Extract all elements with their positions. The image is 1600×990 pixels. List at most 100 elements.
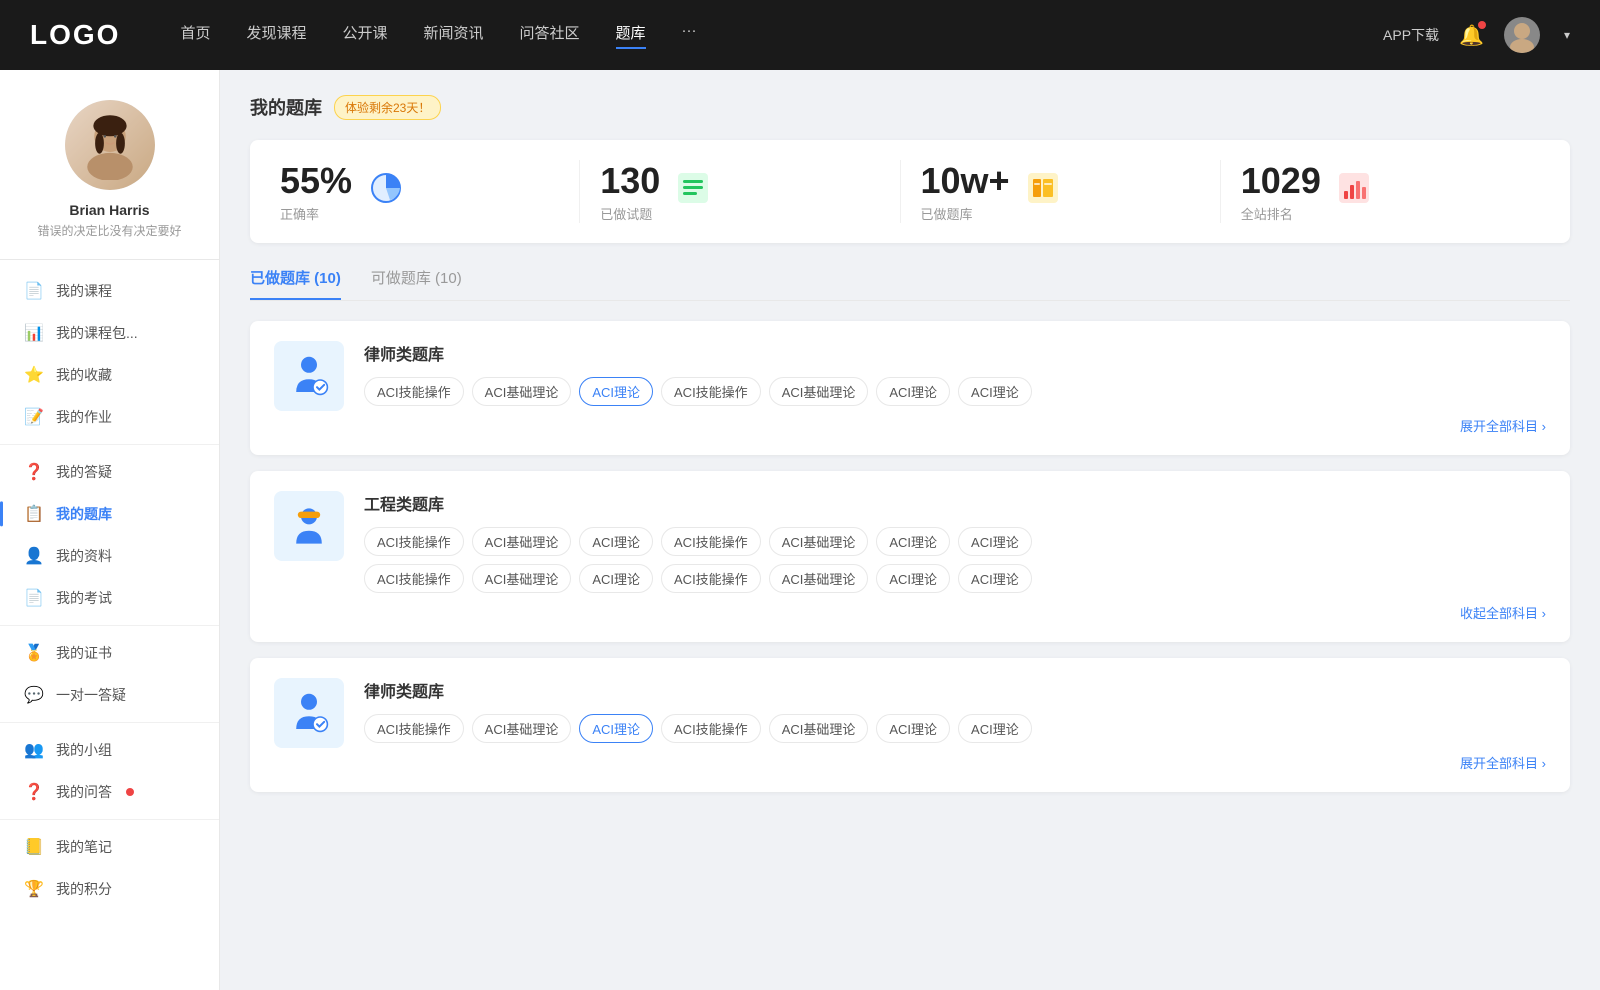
stat-item-已做题库: 10w+ 已做题库	[901, 160, 1221, 223]
qbank-tag[interactable]: ACI技能操作	[661, 377, 761, 406]
qbank-card-header: 律师类题库ACI技能操作ACI基础理论ACI理论ACI技能操作ACI基础理论AC…	[274, 678, 1546, 772]
qbank-tag[interactable]: ACI基础理论	[472, 564, 572, 593]
qbank-tag[interactable]: ACI理论	[958, 714, 1032, 743]
sidebar-item-我的课程[interactable]: 📄我的课程	[0, 270, 219, 312]
lawyer-icon	[285, 352, 333, 400]
nav-link[interactable]: 首页	[180, 22, 210, 49]
sidebar-item-我的问答[interactable]: ❓我的问答	[0, 771, 219, 813]
qbank-tag[interactable]: ACI技能操作	[661, 564, 761, 593]
qbank-tag[interactable]: ACI理论	[579, 527, 653, 556]
chart-icon	[1337, 171, 1371, 205]
qbank-tag[interactable]: ACI理论	[876, 377, 950, 406]
qbank-tag[interactable]: ACI技能操作	[364, 377, 464, 406]
sidebar-icon: 👥	[24, 740, 44, 760]
qbank-tag[interactable]: ACI理论	[579, 714, 653, 743]
qbank-tag[interactable]: ACI基础理论	[769, 377, 869, 406]
qbank-card: 律师类题库ACI技能操作ACI基础理论ACI理论ACI技能操作ACI基础理论AC…	[250, 321, 1570, 455]
sidebar-item-我的收藏[interactable]: ⭐我的收藏	[0, 354, 219, 396]
lawyer-icon	[285, 689, 333, 737]
qbank-tag[interactable]: ACI理论	[958, 377, 1032, 406]
nav-link[interactable]: ···	[682, 22, 697, 49]
qbank-tag[interactable]: ACI理论	[958, 564, 1032, 593]
sidebar-item-label: 我的小组	[56, 740, 112, 760]
nav-link[interactable]: 新闻资讯	[424, 22, 484, 49]
qbank-collapse-button[interactable]: 收起全部科目 ›	[364, 603, 1546, 622]
qbank-card: 工程类题库ACI技能操作ACI基础理论ACI理论ACI技能操作ACI基础理论AC…	[250, 471, 1570, 642]
sidebar-icon: 📒	[24, 837, 44, 857]
sidebar-item-我的考试[interactable]: 📄我的考试	[0, 577, 219, 619]
qbank-tag[interactable]: ACI基础理论	[769, 714, 869, 743]
qbank-tag[interactable]: ACI理论	[876, 564, 950, 593]
qbank-tag[interactable]: ACI理论	[958, 527, 1032, 556]
sidebar-item-label: 我的题库	[56, 504, 112, 524]
qbank-tag[interactable]: ACI技能操作	[364, 527, 464, 556]
nav-bell[interactable]: 🔔	[1459, 23, 1484, 48]
nav-avatar[interactable]	[1504, 17, 1540, 53]
sidebar-item-label: 我的作业	[56, 407, 112, 427]
trial-badge: 体验剩余23天！	[334, 95, 441, 120]
sidebar-item-label: 我的积分	[56, 879, 112, 899]
sidebar-item-我的笔记[interactable]: 📒 我的笔记	[0, 826, 219, 868]
stat-icon	[1026, 171, 1060, 212]
stat-label: 已做试题	[600, 204, 660, 223]
sidebar-menu: 📄我的课程📊我的课程包...⭐我的收藏📝我的作业❓我的答疑📋我的题库👤我的资料📄…	[0, 260, 219, 920]
notification-dot	[126, 788, 134, 796]
sidebar-item-label: 我的证书	[56, 643, 112, 663]
nav-link[interactable]: 题库	[616, 22, 646, 49]
sidebar-icon: ❓	[24, 782, 44, 802]
stat-label: 全站排名	[1241, 204, 1321, 223]
qbank-tag[interactable]: ACI技能操作	[661, 527, 761, 556]
sidebar-item-我的资料[interactable]: 👤我的资料	[0, 535, 219, 577]
page-wrapper: Brian Harris 错误的决定比没有决定要好 📄我的课程📊我的课程包...…	[0, 0, 1600, 990]
qbank-icon-wrap	[274, 678, 344, 748]
tab-item[interactable]: 已做题库 (10)	[250, 267, 341, 300]
sidebar-item-label: 我的笔记	[56, 837, 112, 857]
nav-link[interactable]: 发现课程	[246, 22, 306, 49]
nav-link[interactable]: 公开课	[342, 22, 387, 49]
qbank-tag[interactable]: ACI理论	[876, 714, 950, 743]
qbank-card-body: 工程类题库ACI技能操作ACI基础理论ACI理论ACI技能操作ACI基础理论AC…	[364, 491, 1546, 622]
sidebar-item-我的积分[interactable]: 🏆我的积分	[0, 868, 219, 910]
sidebar-motto: 错误的决定比没有决定要好	[20, 222, 199, 239]
main-content: 我的题库 体验剩余23天！ 55% 正确率 130 已做试题	[220, 70, 1600, 990]
qbank-tag[interactable]: ACI理论	[876, 527, 950, 556]
sidebar-user-name: Brian Harris	[20, 202, 199, 218]
page-header: 我的题库 体验剩余23天！	[250, 94, 1570, 120]
qbank-tag[interactable]: ACI基础理论	[472, 527, 572, 556]
sidebar-item-label: 我的课程	[56, 281, 112, 301]
bell-dot	[1478, 21, 1486, 29]
stat-number: 10w+	[921, 160, 1010, 202]
qbank-tag[interactable]: ACI基础理论	[472, 377, 572, 406]
qbank-card: 律师类题库ACI技能操作ACI基础理论ACI理论ACI技能操作ACI基础理论AC…	[250, 658, 1570, 792]
qbank-tag[interactable]: ACI基础理论	[769, 527, 869, 556]
qbank-tag[interactable]: ACI基础理论	[472, 714, 572, 743]
qbank-tag[interactable]: ACI技能操作	[364, 714, 464, 743]
engineer-icon	[285, 502, 333, 550]
sidebar-item-我的作业[interactable]: 📝我的作业	[0, 396, 219, 438]
sidebar-item-我的答疑[interactable]: ❓我的答疑	[0, 451, 219, 493]
stat-icon	[368, 170, 404, 213]
sidebar-icon: 📄	[24, 588, 44, 608]
qbank-tag[interactable]: ACI技能操作	[661, 714, 761, 743]
stats-bar: 55% 正确率 130 已做试题 10w+ 已做题库	[250, 140, 1570, 243]
qbank-tag[interactable]: ACI基础理论	[769, 564, 869, 593]
nav-dropdown-icon[interactable]: ▾	[1564, 28, 1570, 42]
qbank-tag[interactable]: ACI理论	[579, 564, 653, 593]
sidebar-item-我的小组[interactable]: 👥 我的小组	[0, 729, 219, 771]
app-download-link[interactable]: APP下载	[1383, 25, 1439, 45]
sidebar-icon: 🏅	[24, 643, 44, 663]
stat-item-已做试题: 130 已做试题	[580, 160, 900, 223]
qbank-tags-row2: ACI技能操作ACI基础理论ACI理论ACI技能操作ACI基础理论ACI理论AC…	[364, 564, 1546, 593]
qbank-expand-button[interactable]: 展开全部科目 ›	[364, 753, 1546, 772]
qbank-tag[interactable]: ACI理论	[579, 377, 653, 406]
nav-right: APP下载 🔔 ▾	[1383, 17, 1570, 53]
sidebar-item-我的题库[interactable]: 📋我的题库	[0, 493, 219, 535]
qbank-tag[interactable]: ACI技能操作	[364, 564, 464, 593]
sidebar-item-我的课程包...[interactable]: 📊我的课程包...	[0, 312, 219, 354]
qbank-expand-button[interactable]: 展开全部科目 ›	[364, 416, 1546, 435]
sidebar-item-我的证书[interactable]: 🏅 我的证书	[0, 632, 219, 674]
qbank-card-body: 律师类题库ACI技能操作ACI基础理论ACI理论ACI技能操作ACI基础理论AC…	[364, 341, 1546, 435]
nav-link[interactable]: 问答社区	[520, 22, 580, 49]
tab-item[interactable]: 可做题库 (10)	[371, 267, 462, 300]
sidebar-item-一对一答疑[interactable]: 💬一对一答疑	[0, 674, 219, 716]
